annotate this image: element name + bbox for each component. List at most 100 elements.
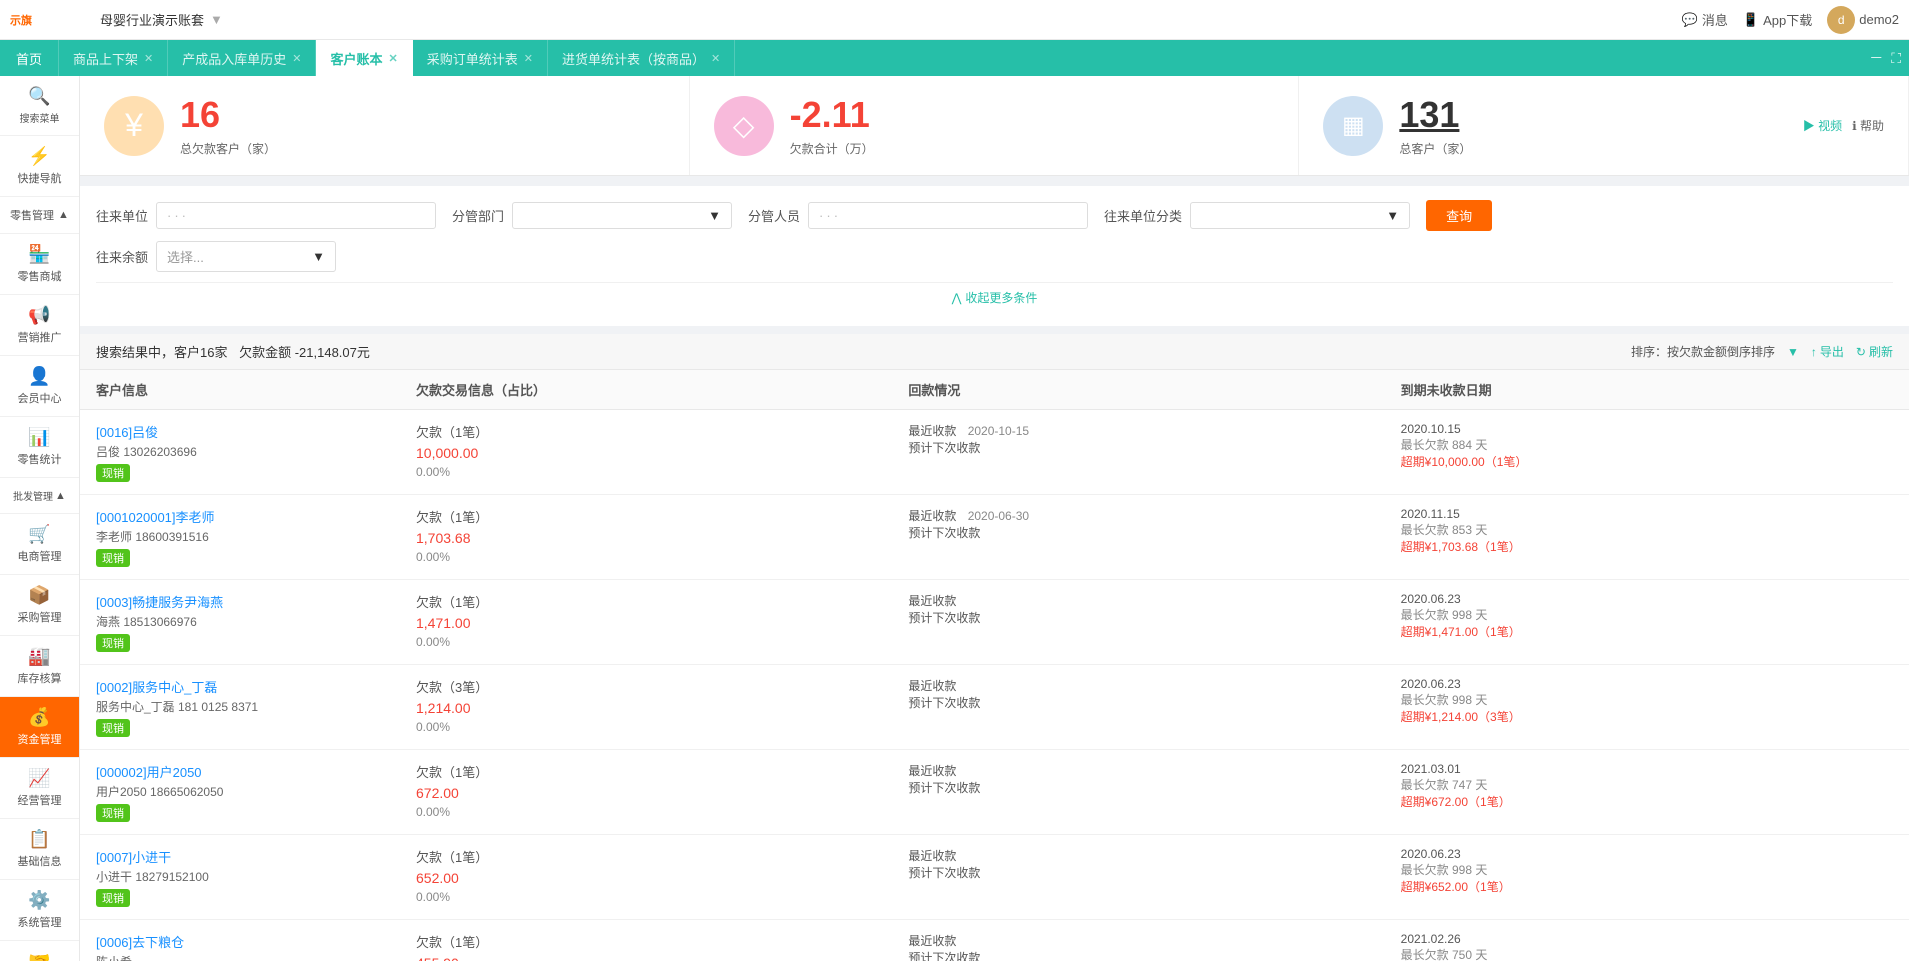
filter-category: 往来单位分类 ▼ bbox=[1104, 202, 1410, 229]
next-collection-3: 预计下次收款 bbox=[908, 694, 1400, 711]
tab-customer-account-label: 客户账本 bbox=[330, 49, 382, 68]
overdue-days-5: 最长欠款 998 天 bbox=[1401, 861, 1893, 878]
col-header-customer: 客户信息 bbox=[96, 380, 416, 399]
sidebar-item-enterprise-coop[interactable]: 🤝 企业协同 bbox=[0, 941, 79, 961]
due-date-6: 2021.02.26 bbox=[1401, 932, 1893, 946]
filter-dept: 分管部门 ▼ bbox=[452, 202, 732, 229]
debt-info-6: 欠款（1笔） 455.90 0.00% bbox=[416, 932, 908, 961]
tab-close-icon[interactable]: ✕ bbox=[292, 52, 301, 65]
tab-import-stats[interactable]: 进货单统计表（按商品） ✕ bbox=[548, 40, 735, 76]
sidebar-search-label: 搜索菜单 bbox=[20, 110, 60, 125]
tab-home-label: 首页 bbox=[16, 49, 42, 68]
window-minimize-icon[interactable]: － bbox=[1869, 48, 1883, 68]
customer-name-link-3[interactable]: [0002]服务中心_丁磊 bbox=[96, 680, 217, 695]
refresh-button[interactable]: ↻ 刷新 bbox=[1856, 343, 1893, 360]
customer-name-link-5[interactable]: [0007]小进干 bbox=[96, 850, 171, 865]
sidebar-item-system[interactable]: ⚙️ 系统管理 bbox=[0, 880, 79, 941]
overdue-link-1[interactable]: 超期¥1,703.68（1笔） bbox=[1401, 540, 1521, 554]
tab-product-toggle[interactable]: 商品上下架 ✕ bbox=[59, 40, 168, 76]
table-row: [0001020001]李老师 李老师 18600391516 现销 欠款（1笔… bbox=[80, 495, 1909, 580]
overdue-link-0[interactable]: 超期¥10,000.00（1笔） bbox=[1401, 455, 1528, 469]
collapse-up-icon: ⋀ bbox=[952, 291, 962, 305]
debt-count-4: 欠款（1笔） bbox=[416, 762, 908, 781]
message-label: 消息 bbox=[1702, 10, 1728, 29]
sidebar-item-operation[interactable]: 📈 经营管理 bbox=[0, 758, 79, 819]
sidebar-item-quick-nav[interactable]: ⚡ 快捷导航 bbox=[0, 136, 79, 197]
overdue-days-6: 最长欠款 750 天 bbox=[1401, 946, 1893, 961]
last-collection-date-1: 2020-06-30 bbox=[968, 509, 1029, 523]
user-avatar-area[interactable]: d demo2 bbox=[1827, 6, 1899, 34]
app-label: App下载 bbox=[1763, 10, 1812, 29]
customer-name-link-4[interactable]: [000002]用户2050 bbox=[96, 765, 202, 780]
video-icon: ▶ bbox=[1803, 119, 1815, 133]
sidebar-item-basic-info[interactable]: 📋 基础信息 bbox=[0, 819, 79, 880]
col-header-collection: 回款情况 bbox=[908, 380, 1400, 399]
overdue-days-4: 最长欠款 747 天 bbox=[1401, 776, 1893, 793]
manager-input[interactable]: ··· bbox=[808, 202, 1088, 229]
sidebar-item-purchase-mgmt[interactable]: 📦 采购管理 bbox=[0, 575, 79, 636]
sidebar-finance-label: 资金管理 bbox=[18, 731, 62, 747]
stat-card-content-3: 131 总客户（家） bbox=[1399, 94, 1471, 157]
tab-close-icon[interactable]: ✕ bbox=[389, 52, 398, 65]
next-collection-1: 预计下次收款 bbox=[908, 524, 1400, 541]
search-icon: 🔍 bbox=[28, 86, 50, 107]
sidebar-item-ecommerce[interactable]: 🛒 电商管理 bbox=[0, 514, 79, 575]
query-button[interactable]: 查询 bbox=[1426, 200, 1492, 231]
window-maximize-icon[interactable]: ⛶ bbox=[1891, 50, 1901, 67]
finance-icon: 💰 bbox=[28, 707, 50, 728]
tab-product-history[interactable]: 产成品入库单历史 ✕ bbox=[168, 40, 316, 76]
tab-close-icon[interactable]: ✕ bbox=[144, 52, 153, 65]
sidebar: 🔍 搜索菜单 ⚡ 快捷导航 零售管理 ▲ 🏪 零售商城 📢 营销推广 👤 会员中… bbox=[0, 76, 80, 961]
sidebar-item-retail-mgmt[interactable]: 零售管理 ▲ bbox=[0, 197, 79, 234]
sidebar-item-inventory[interactable]: 🏭 库存核算 bbox=[0, 636, 79, 697]
customer-name-3: 服务中心_丁磊 bbox=[132, 680, 217, 695]
result-amount-text: 欠款金额 -21,148.07元 bbox=[239, 345, 370, 360]
tab-customer-account[interactable]: 客户账本 ✕ bbox=[316, 40, 412, 76]
sidebar-item-marketing[interactable]: 📢 营销推广 bbox=[0, 295, 79, 356]
debt-count-6: 欠款（1笔） bbox=[416, 932, 908, 951]
sidebar-item-member[interactable]: 👤 会员中心 bbox=[0, 356, 79, 417]
export-button[interactable]: ↑ 导出 bbox=[1811, 343, 1844, 360]
company-dropdown-icon: ▼ bbox=[210, 12, 223, 27]
app-download-button[interactable]: 📱 App下载 bbox=[1743, 10, 1812, 29]
sidebar-item-search[interactable]: 🔍 搜索菜单 bbox=[0, 76, 79, 136]
overdue-link-5[interactable]: 超期¥652.00（1笔） bbox=[1401, 880, 1511, 894]
balance-select[interactable]: 选择... ▼ bbox=[156, 241, 336, 272]
customer-tag-4: 现销 bbox=[96, 804, 130, 822]
export-icon: ↑ bbox=[1811, 345, 1817, 359]
debt-info-5: 欠款（1笔） 652.00 0.00% bbox=[416, 847, 908, 904]
dept-select[interactable]: ▼ bbox=[512, 202, 732, 229]
category-select[interactable]: ▼ bbox=[1190, 202, 1410, 229]
collapse-button[interactable]: ⋀ 收起更多条件 bbox=[96, 282, 1893, 312]
supplier-label: 往来单位 bbox=[96, 206, 148, 225]
overdue-link-4[interactable]: 超期¥672.00（1笔） bbox=[1401, 795, 1511, 809]
collection-info-0: 最近收款 2020-10-15 预计下次收款 bbox=[908, 422, 1400, 456]
due-date-0: 2020.10.15 bbox=[1401, 422, 1893, 436]
customer-name-link-6[interactable]: [0006]去下粮仓 bbox=[96, 935, 184, 950]
customer-phone-2: 海燕 18513066976 bbox=[96, 613, 416, 630]
tab-purchase-stats[interactable]: 采购订单统计表 ✕ bbox=[413, 40, 548, 76]
overdue-link-2[interactable]: 超期¥1,471.00（1笔） bbox=[1401, 625, 1521, 639]
message-button[interactable]: 💬 消息 bbox=[1682, 10, 1728, 29]
sidebar-item-finance[interactable]: 💰 资金管理 bbox=[0, 697, 79, 758]
customer-name-link-2[interactable]: [0003]畅捷服务尹海燕 bbox=[96, 595, 223, 610]
help-label[interactable]: ℹ 帮助 bbox=[1852, 117, 1884, 134]
filter-area: 往来单位 ··· 分管部门 ▼ 分管人员 ··· bbox=[80, 186, 1909, 326]
sort-dropdown-arrow[interactable]: ▼ bbox=[1787, 345, 1799, 359]
due-date-1: 2020.11.15 bbox=[1401, 507, 1893, 521]
tab-home[interactable]: 首页 bbox=[0, 40, 59, 76]
company-selector[interactable]: 母婴行业演示账套 ▼ bbox=[90, 10, 1682, 29]
tab-close-icon[interactable]: ✕ bbox=[524, 52, 533, 65]
sidebar-purchase-mgmt-label: 采购管理 bbox=[18, 609, 62, 625]
customer-info-4: [000002]用户2050 用户2050 18665062050 现销 bbox=[96, 762, 416, 822]
sidebar-item-retail-stats[interactable]: 📊 零售统计 bbox=[0, 417, 79, 478]
overdue-link-3[interactable]: 超期¥1,214.00（3笔） bbox=[1401, 710, 1521, 724]
tab-close-icon[interactable]: ✕ bbox=[711, 52, 720, 65]
video-label[interactable]: ▶ 视频 bbox=[1803, 117, 1842, 134]
debt-info-2: 欠款（1笔） 1,471.00 0.00% bbox=[416, 592, 908, 649]
customer-name-link-1[interactable]: [0001020001]李老师 bbox=[96, 510, 215, 525]
customer-name-link-0[interactable]: [0016]吕俊 bbox=[96, 425, 158, 440]
sidebar-item-wholesale-mgmt[interactable]: 批发管理 ▲ bbox=[0, 478, 79, 514]
sidebar-item-retail-mall[interactable]: 🏪 零售商城 bbox=[0, 234, 79, 295]
supplier-input[interactable]: ··· bbox=[156, 202, 436, 229]
